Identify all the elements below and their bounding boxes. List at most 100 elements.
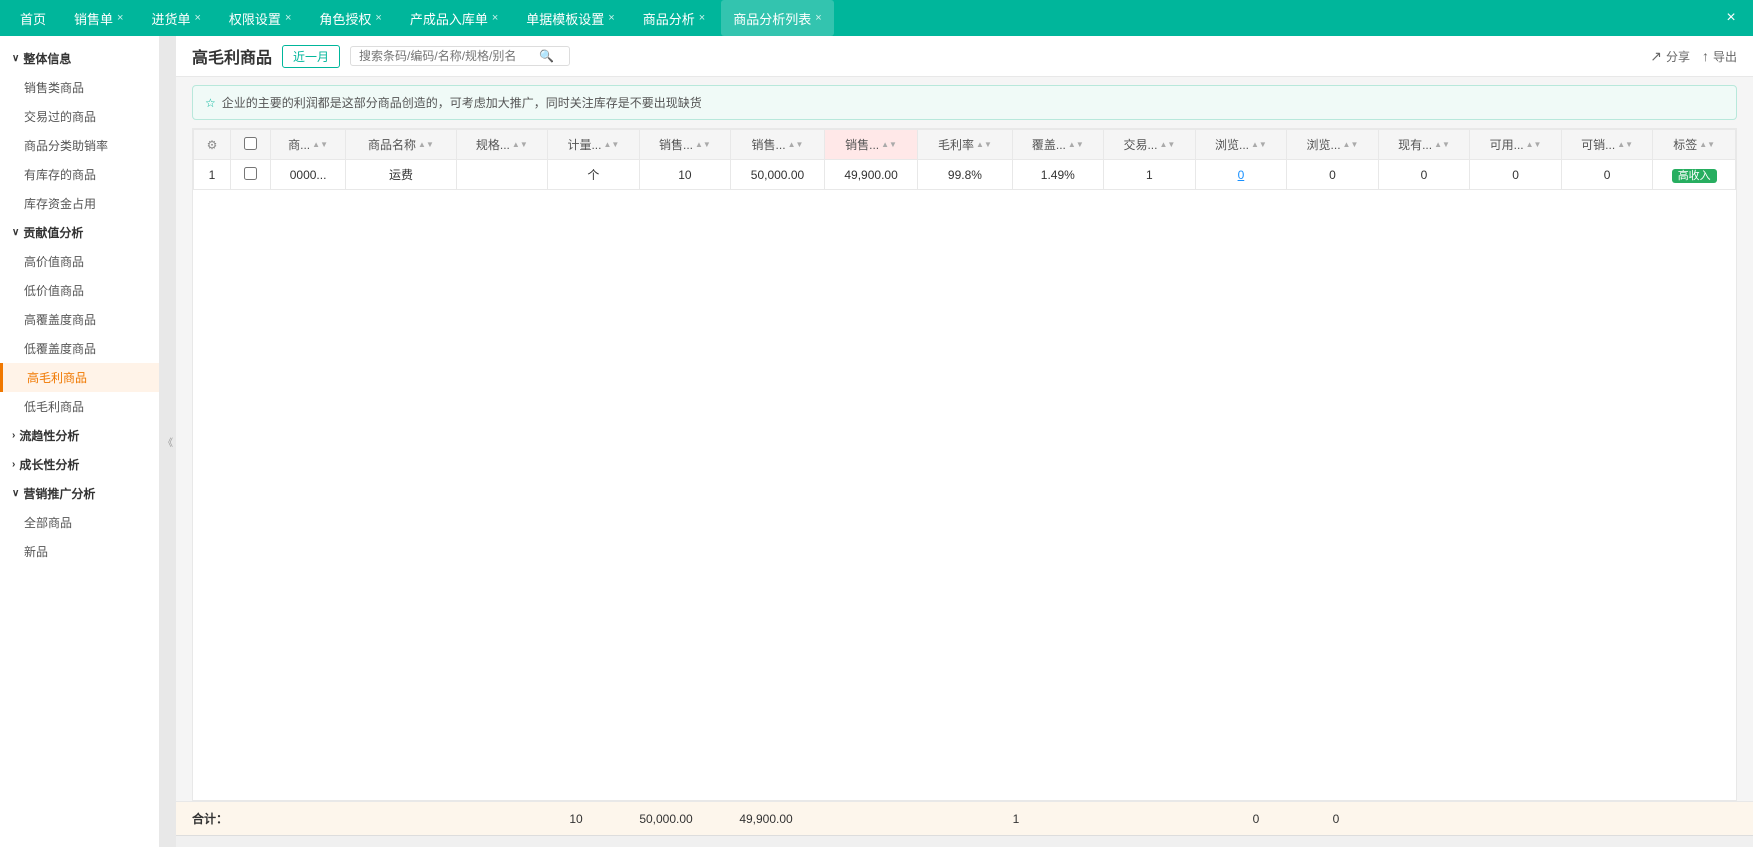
nav-product-analysis[interactable]: 商品分析 × (631, 0, 717, 36)
share-button[interactable]: ↗ 分享 (1650, 48, 1690, 65)
select-all-checkbox[interactable] (244, 137, 257, 150)
row-code: 0000... (270, 160, 346, 190)
sidebar-item-high-margin[interactable]: 高毛利商品 (0, 363, 159, 392)
nav-permission[interactable]: 权限设置 × (217, 0, 303, 36)
nav-product-inbound[interactable]: 产成品入库单 × (398, 0, 510, 36)
col-header-browse-count[interactable]: 浏览... ▲▼ (1195, 130, 1287, 160)
sort-arrows-sales-amount: ▲▼ (788, 141, 804, 149)
sidebar-group-trend-arrow: › (12, 430, 15, 441)
sidebar-item-stock-capital[interactable]: 库存资金占用 (0, 189, 159, 218)
row-transactions: 1 (1104, 160, 1196, 190)
search-icon[interactable]: 🔍 (539, 49, 554, 63)
sort-arrows-sales-qty: ▲▼ (695, 141, 711, 149)
nav-home[interactable]: 首页 (8, 0, 58, 36)
col-header-sellable[interactable]: 可销... ▲▼ (1561, 130, 1653, 160)
footer-transactions: 1 (976, 812, 1056, 826)
col-header-checkbox[interactable] (230, 130, 270, 160)
sidebar-item-new-goods[interactable]: 新品 (0, 537, 159, 566)
col-header-sales-amount[interactable]: 销售... ▲▼ (731, 130, 825, 160)
footer-sales-qty: 10 (536, 812, 616, 826)
nav-product-analysis-list-close[interactable]: × (815, 12, 821, 24)
nav-permission-close[interactable]: × (285, 12, 291, 24)
col-header-stock[interactable]: 现有... ▲▼ (1378, 130, 1470, 160)
nav-role-auth[interactable]: 角色授权 × (307, 0, 393, 36)
sort-arrows-unit: ▲▼ (603, 141, 619, 149)
sidebar-group-marketing-arrow: ∨ (12, 488, 19, 499)
col-header-unit[interactable]: 计量... ▲▼ (548, 130, 640, 160)
filter-recent-month-button[interactable]: 近一月 (282, 45, 340, 68)
col-header-sales-qty[interactable]: 销售... ▲▼ (639, 130, 731, 160)
sidebar-group-trend[interactable]: › 流趋性分析 (0, 421, 159, 450)
browse-count-link[interactable]: 0 (1238, 168, 1245, 182)
footer-label: 合计： (192, 810, 228, 827)
sidebar-item-low-coverage[interactable]: 低覆盖度商品 (0, 334, 159, 363)
footer-sales-amount: 50,000.00 (616, 812, 716, 826)
sidebar: ∨ 整体信息 销售类商品 交易过的商品 商品分类助销率 有库存的商品 库存资金占… (0, 36, 160, 847)
export-button[interactable]: ↑ 导出 (1702, 48, 1737, 65)
footer-totals: 合计： 10 50,000.00 49,900.00 1 0 0 (176, 801, 1753, 835)
nav-template-settings-close[interactable]: × (608, 12, 614, 24)
sidebar-item-high-value[interactable]: 高价值商品 (0, 247, 159, 276)
nav-sales-order[interactable]: 销售单 × (62, 0, 135, 36)
col-header-available[interactable]: 可用... ▲▼ (1470, 130, 1562, 160)
nav-template-settings[interactable]: 单据模板设置 × (514, 0, 626, 36)
col-header-spec[interactable]: 规格... ▲▼ (456, 130, 548, 160)
sidebar-item-all-goods[interactable]: 全部商品 (0, 508, 159, 537)
bottom-scrollbar[interactable] (176, 835, 1753, 847)
col-header-transactions[interactable]: 交易... ▲▼ (1104, 130, 1196, 160)
nav-product-analysis-close[interactable]: × (699, 12, 705, 24)
nav-product-inbound-close[interactable]: × (492, 12, 498, 24)
nav-purchase-order-close[interactable]: × (194, 12, 200, 24)
col-header-sales-cost[interactable]: 销售... ▲▼ (824, 130, 918, 160)
sidebar-item-traded-goods[interactable]: 交易过的商品 (0, 102, 159, 131)
sidebar-item-in-stock-goods[interactable]: 有库存的商品 (0, 160, 159, 189)
col-header-tag[interactable]: 标签 ▲▼ (1653, 130, 1736, 160)
row-name: 运费 (346, 160, 456, 190)
row-gross-rate: 99.8% (918, 160, 1012, 190)
data-table: ⚙ 商... ▲▼ 商品名称 (193, 129, 1736, 190)
col-header-name[interactable]: 商品名称 ▲▼ (346, 130, 456, 160)
sidebar-item-category-assist[interactable]: 商品分类助销率 (0, 131, 159, 160)
row-unit: 个 (548, 160, 640, 190)
footer-sales-cost: 49,900.00 (716, 812, 816, 826)
row-sales-cost: 49,900.00 (824, 160, 918, 190)
nav-sales-order-close[interactable]: × (117, 12, 123, 24)
sidebar-item-low-value[interactable]: 低价值商品 (0, 276, 159, 305)
sidebar-group-contribution-arrow: ∨ (12, 227, 19, 238)
sidebar-item-high-coverage[interactable]: 高覆盖度商品 (0, 305, 159, 334)
sidebar-group-growth[interactable]: › 成长性分析 (0, 450, 159, 479)
row-browse-rate: 0 (1287, 160, 1379, 190)
table-row: 1 0000... 运费 个 10 50,000.00 49,900.00 99… (194, 160, 1736, 190)
sort-arrows-coverage: ▲▼ (1068, 141, 1084, 149)
nav-role-auth-close[interactable]: × (375, 12, 381, 24)
sidebar-item-sales-goods[interactable]: 销售类商品 (0, 73, 159, 102)
col-header-gear[interactable]: ⚙ (194, 130, 231, 160)
data-table-container[interactable]: ⚙ 商... ▲▼ 商品名称 (192, 128, 1737, 801)
footer-available: 0 (1296, 812, 1376, 826)
sort-arrows-tag: ▲▼ (1699, 141, 1715, 149)
window-close-button[interactable]: × (1717, 4, 1745, 32)
row-select-checkbox[interactable] (244, 167, 257, 180)
search-box[interactable]: 🔍 (350, 46, 570, 66)
sidebar-group-overall[interactable]: ∨ 整体信息 (0, 44, 159, 73)
row-browse-count[interactable]: 0 (1195, 160, 1287, 190)
top-nav: 首页 销售单 × 进货单 × 权限设置 × 角色授权 × 产成品入库单 × 单据… (0, 0, 1753, 36)
sort-arrows-browse-rate: ▲▼ (1343, 141, 1359, 149)
nav-product-analysis-list[interactable]: 商品分析列表 × (721, 0, 833, 36)
sort-arrows-spec: ▲▼ (512, 141, 528, 149)
sidebar-item-low-margin[interactable]: 低毛利商品 (0, 392, 159, 421)
col-header-code[interactable]: 商... ▲▼ (270, 130, 346, 160)
sort-arrows-name: ▲▼ (418, 141, 434, 149)
sidebar-group-contribution[interactable]: ∨ 贡献值分析 (0, 218, 159, 247)
col-header-gross-rate[interactable]: 毛利率 ▲▼ (918, 130, 1012, 160)
export-icon: ↑ (1702, 48, 1709, 64)
nav-purchase-order[interactable]: 进货单 × (139, 0, 212, 36)
col-header-coverage[interactable]: 覆盖... ▲▼ (1012, 130, 1104, 160)
sidebar-group-overall-arrow: ∨ (12, 53, 19, 64)
search-input[interactable] (359, 49, 539, 63)
sort-arrows-stock: ▲▼ (1434, 141, 1450, 149)
col-header-browse-rate[interactable]: 浏览... ▲▼ (1287, 130, 1379, 160)
row-checkbox[interactable] (230, 160, 270, 190)
sidebar-collapse-button[interactable]: 《 (160, 36, 176, 847)
sidebar-group-marketing[interactable]: ∨ 营销推广分析 (0, 479, 159, 508)
